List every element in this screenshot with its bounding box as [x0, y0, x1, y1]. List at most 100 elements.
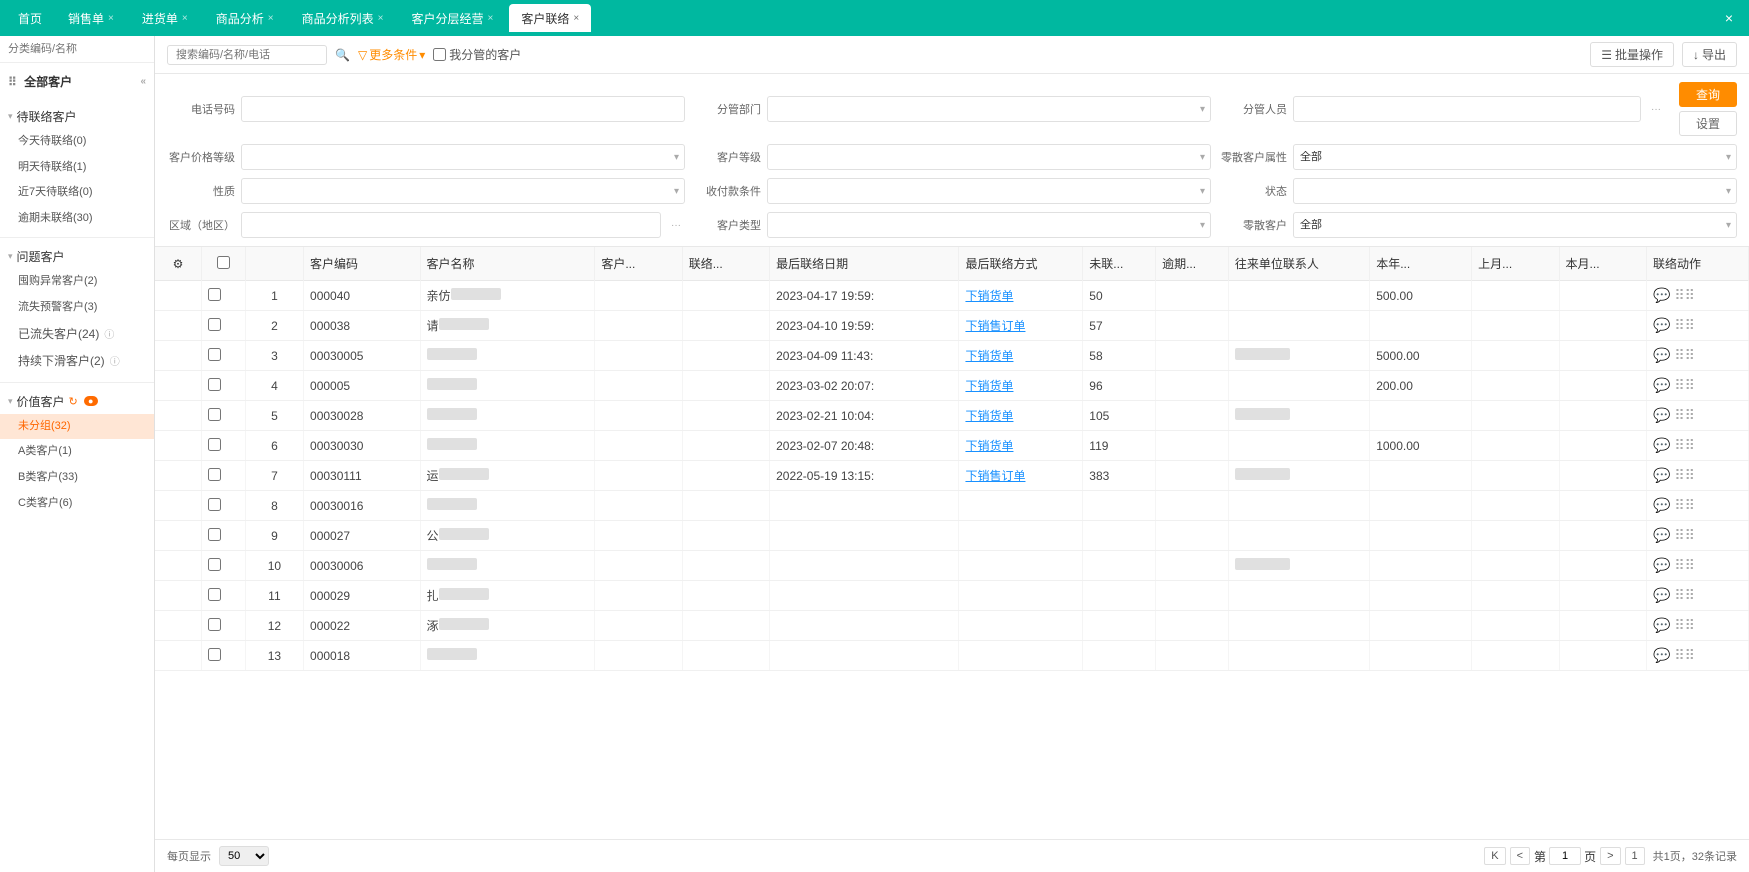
- dept-select[interactable]: [767, 96, 1211, 122]
- nav-tab-purchase[interactable]: 进货单 ×: [130, 4, 200, 32]
- phone-action-icon[interactable]: 💬: [1653, 347, 1670, 364]
- sidebar-item-class-a[interactable]: A类客户(1): [0, 439, 154, 465]
- more-action-icon[interactable]: ⠿⠿: [1674, 617, 1695, 634]
- row-checkbox[interactable]: [208, 558, 221, 571]
- sidebar-item-overdue[interactable]: 逾期未联络(30): [0, 206, 154, 232]
- level-select[interactable]: [767, 144, 1211, 170]
- row-checkbox[interactable]: [208, 288, 221, 301]
- more-action-icon[interactable]: ⠿⠿: [1674, 407, 1695, 424]
- sidebar-item-class-b[interactable]: B类客户(33): [0, 465, 154, 491]
- phone-action-icon[interactable]: 💬: [1653, 377, 1670, 394]
- col-thismonth-header[interactable]: 本月...: [1559, 247, 1646, 281]
- close-tab-analysis[interactable]: ×: [268, 13, 274, 24]
- col-uncontacted-header[interactable]: 未联...: [1083, 247, 1156, 281]
- phone-action-icon[interactable]: 💬: [1653, 287, 1670, 304]
- search-input[interactable]: [167, 45, 327, 65]
- phone-action-icon[interactable]: 💬: [1653, 467, 1670, 484]
- close-tab-customer-contact[interactable]: ×: [573, 13, 579, 24]
- close-all-tabs[interactable]: ×: [1717, 10, 1741, 26]
- col-contact-header[interactable]: 联络...: [682, 247, 769, 281]
- prev-page-btn[interactable]: <: [1510, 847, 1530, 865]
- nav-tab-sales[interactable]: 销售单 ×: [56, 4, 126, 32]
- export-button[interactable]: ↓ 导出: [1682, 42, 1737, 67]
- close-tab-analysis-list[interactable]: ×: [378, 13, 384, 24]
- last-method-link[interactable]: 下销货单: [965, 379, 1013, 393]
- row-checkbox[interactable]: [208, 588, 221, 601]
- region-input[interactable]: [241, 212, 661, 238]
- my-customers-checkbox[interactable]: 我分管的客户: [433, 46, 521, 63]
- sidebar-item-today[interactable]: 今天待联络(0): [0, 129, 154, 155]
- col-partner-contacts-header[interactable]: 往来单位联系人: [1228, 247, 1369, 281]
- col-settings[interactable]: ⚙: [155, 247, 202, 281]
- sidebar-item-class-c[interactable]: C类客户(6): [0, 491, 154, 517]
- more-action-icon[interactable]: ⠿⠿: [1674, 497, 1695, 514]
- sidebar-group-value-title[interactable]: ▾ 价值客户 ↻ ●: [0, 389, 154, 414]
- query-button[interactable]: 查询: [1679, 82, 1737, 107]
- close-tab-customer-mgmt[interactable]: ×: [487, 13, 493, 24]
- more-action-icon[interactable]: ⠿⠿: [1674, 317, 1695, 334]
- col-overdue-header[interactable]: 逾期...: [1156, 247, 1229, 281]
- more-action-icon[interactable]: ⠿⠿: [1674, 647, 1695, 664]
- next-page-btn[interactable]: >: [1600, 847, 1620, 865]
- value-refresh-icon[interactable]: ↻: [69, 395, 78, 408]
- more-action-icon[interactable]: ⠿⠿: [1674, 587, 1695, 604]
- reset-button[interactable]: 设置: [1679, 111, 1737, 136]
- col-date-header[interactable]: 最后联络日期: [770, 247, 959, 281]
- row-checkbox[interactable]: [208, 408, 221, 421]
- region-more-btn[interactable]: ···: [667, 220, 685, 231]
- retail-customer-select[interactable]: 全部: [1293, 212, 1737, 238]
- phone-action-icon[interactable]: 💬: [1653, 557, 1670, 574]
- close-tab-sales[interactable]: ×: [108, 13, 114, 24]
- col-lastmonth-header[interactable]: 上月...: [1472, 247, 1559, 281]
- sidebar-group-pending-title[interactable]: ▾ 待联络客户: [0, 104, 154, 129]
- col-year-header[interactable]: 本年...: [1370, 247, 1472, 281]
- row-checkbox[interactable]: [208, 618, 221, 631]
- last-page-btn[interactable]: 1: [1625, 847, 1645, 865]
- nav-tab-customer-mgmt[interactable]: 客户分层经营 ×: [399, 4, 505, 32]
- more-action-icon[interactable]: ⠿⠿: [1674, 527, 1695, 544]
- status-select[interactable]: [1293, 178, 1737, 204]
- col-code-header[interactable]: 客户编码: [304, 247, 421, 281]
- phone-action-icon[interactable]: 💬: [1653, 497, 1670, 514]
- my-customers-check[interactable]: [433, 48, 446, 61]
- phone-action-icon[interactable]: 💬: [1653, 437, 1670, 454]
- phone-action-icon[interactable]: 💬: [1653, 617, 1670, 634]
- phone-action-icon[interactable]: 💬: [1653, 317, 1670, 334]
- row-checkbox[interactable]: [208, 528, 221, 541]
- row-checkbox[interactable]: [208, 468, 221, 481]
- more-action-icon[interactable]: ⠿⠿: [1674, 377, 1695, 394]
- sidebar-item-churn-warning[interactable]: 流失预警客户(3): [0, 295, 154, 321]
- nav-tab-analysis[interactable]: 商品分析 ×: [204, 4, 286, 32]
- first-page-btn[interactable]: K: [1484, 847, 1505, 865]
- more-action-icon[interactable]: ⠿⠿: [1674, 347, 1695, 364]
- sidebar-group-problem-title[interactable]: ▾ 问题客户: [0, 244, 154, 269]
- phone-action-icon[interactable]: 💬: [1653, 647, 1670, 664]
- last-method-link[interactable]: 下销货单: [965, 349, 1013, 363]
- phone-input[interactable]: [241, 96, 685, 122]
- customer-type-select[interactable]: [767, 212, 1211, 238]
- row-checkbox[interactable]: [208, 318, 221, 331]
- sidebar-item-ungroup[interactable]: 未分组(32): [0, 414, 154, 440]
- more-action-icon[interactable]: ⠿⠿: [1674, 437, 1695, 454]
- row-checkbox[interactable]: [208, 498, 221, 511]
- sidebar-collapse-btn[interactable]: «: [140, 76, 146, 87]
- staff-more-btn[interactable]: ···: [1647, 104, 1665, 115]
- last-method-link[interactable]: 下销售订单: [965, 469, 1025, 483]
- row-checkbox[interactable]: [208, 378, 221, 391]
- sidebar-item-churned[interactable]: 已流失客户(24) ⓘ: [0, 321, 154, 349]
- last-method-link[interactable]: 下销货单: [965, 439, 1013, 453]
- nav-home[interactable]: 首页: [8, 10, 52, 27]
- per-page-select[interactable]: 50: [219, 846, 269, 866]
- phone-action-icon[interactable]: 💬: [1653, 407, 1670, 424]
- last-method-link[interactable]: 下销售订单: [965, 319, 1025, 333]
- staff-input[interactable]: [1293, 96, 1641, 122]
- select-all-checkbox[interactable]: [217, 256, 230, 269]
- col-method-header[interactable]: 最后联络方式: [959, 247, 1083, 281]
- nav-tab-customer-contact[interactable]: 客户联络 ×: [509, 4, 591, 32]
- more-action-icon[interactable]: ⠿⠿: [1674, 467, 1695, 484]
- close-tab-purchase[interactable]: ×: [182, 13, 188, 24]
- gender-select[interactable]: [241, 178, 685, 204]
- col-name-header[interactable]: 客户名称: [420, 247, 595, 281]
- more-action-icon[interactable]: ⠿⠿: [1674, 287, 1695, 304]
- sidebar-all-customers[interactable]: ⠿ 全部客户 «: [0, 67, 154, 96]
